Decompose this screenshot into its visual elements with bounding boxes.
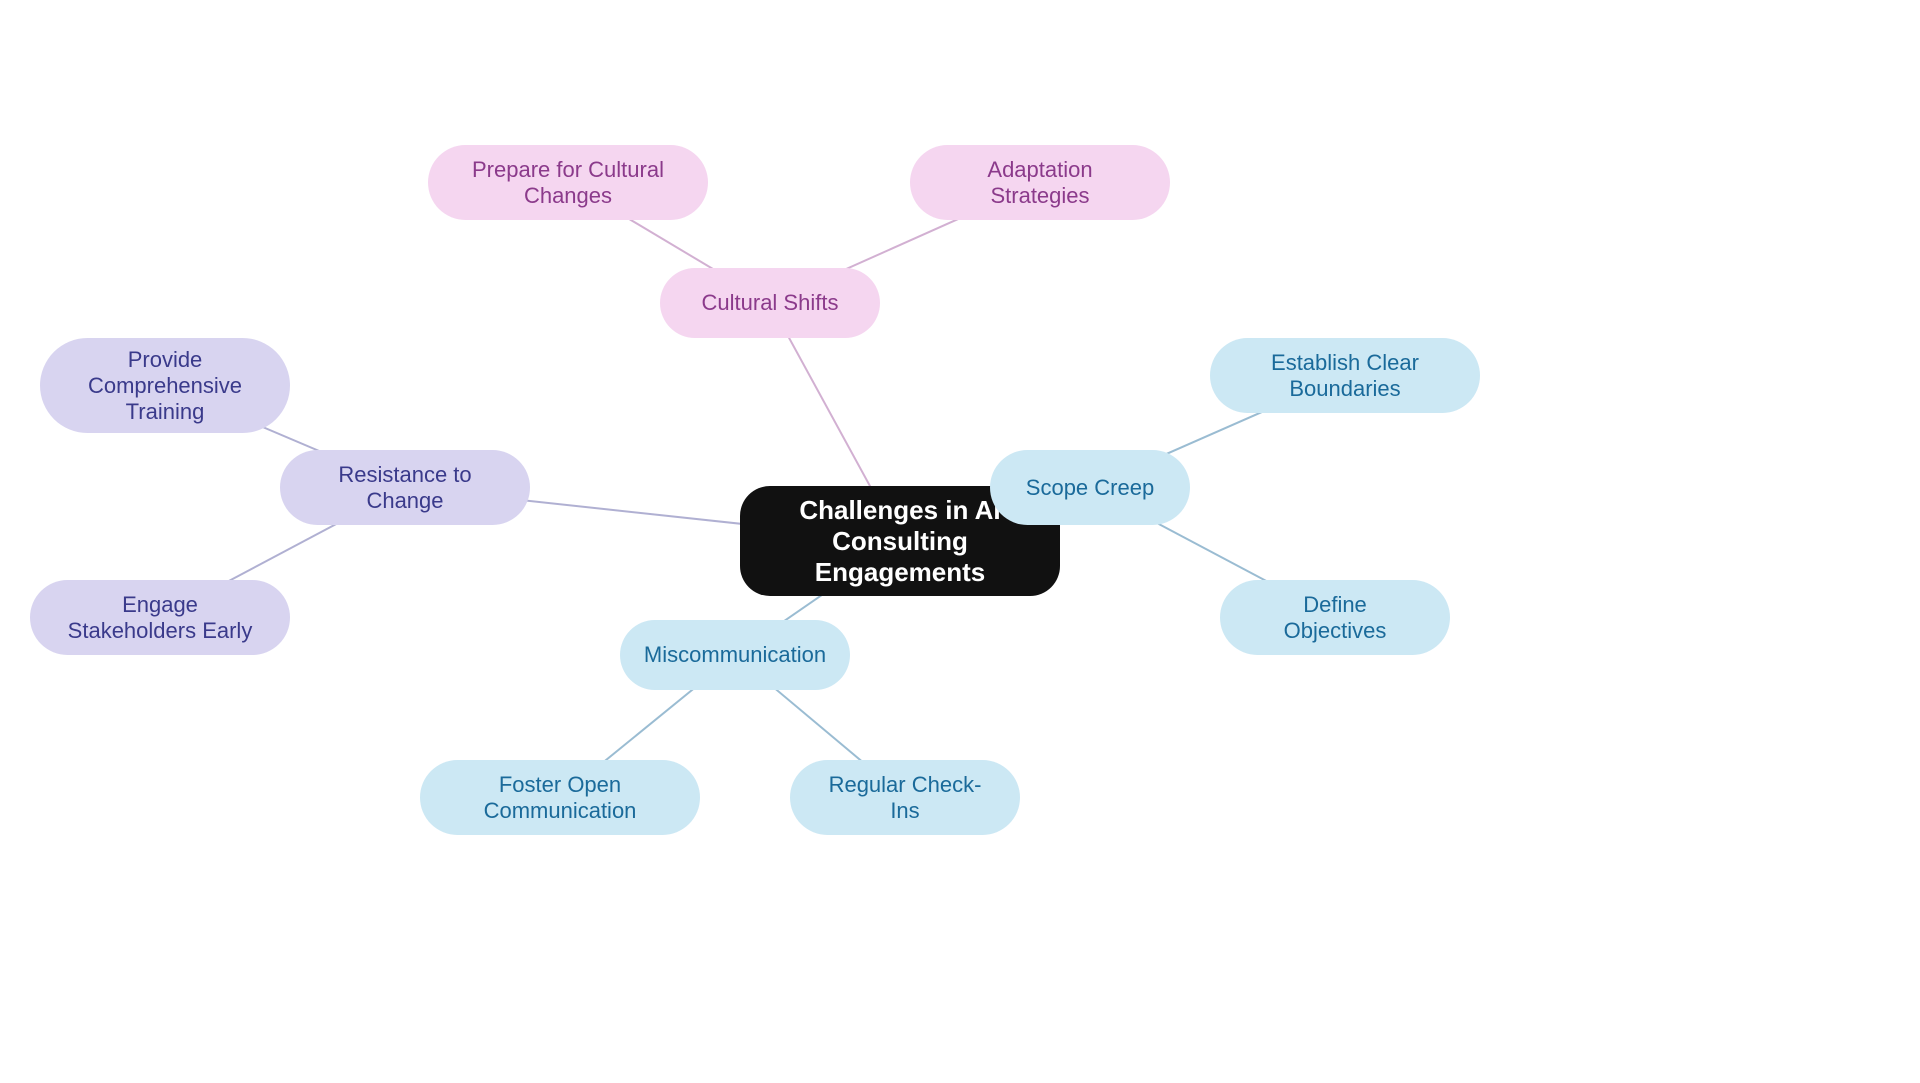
cultural-shifts-label: Cultural Shifts <box>702 290 839 316</box>
miscommunication-label: Miscommunication <box>644 642 826 668</box>
establish-boundaries-node[interactable]: Establish Clear Boundaries <box>1210 338 1480 413</box>
engage-stakeholders-node[interactable]: Engage Stakeholders Early <box>30 580 290 655</box>
prepare-cultural-label: Prepare for Cultural Changes <box>460 157 676 209</box>
define-objectives-node[interactable]: Define Objectives <box>1220 580 1450 655</box>
prepare-cultural-changes-node[interactable]: Prepare for Cultural Changes <box>428 145 708 220</box>
foster-label: Foster Open Communication <box>452 772 668 824</box>
scope-creep-node[interactable]: Scope Creep <box>990 450 1190 525</box>
checkins-label: Regular Check-Ins <box>822 772 988 824</box>
adaptation-label: Adaptation Strategies <box>942 157 1138 209</box>
objectives-label: Define Objectives <box>1252 592 1418 644</box>
comprehensive-training-node[interactable]: Provide Comprehensive Training <box>40 338 290 433</box>
foster-communication-node[interactable]: Foster Open Communication <box>420 760 700 835</box>
miscommunication-node[interactable]: Miscommunication <box>620 620 850 690</box>
stakeholders-label: Engage Stakeholders Early <box>62 592 258 644</box>
boundaries-label: Establish Clear Boundaries <box>1242 350 1448 402</box>
adaptation-strategies-node[interactable]: Adaptation Strategies <box>910 145 1170 220</box>
regular-checkins-node[interactable]: Regular Check-Ins <box>790 760 1020 835</box>
cultural-shifts-node[interactable]: Cultural Shifts <box>660 268 880 338</box>
resistance-label: Resistance to Change <box>312 462 498 514</box>
training-label: Provide Comprehensive Training <box>72 347 258 425</box>
resistance-to-change-node[interactable]: Resistance to Change <box>280 450 530 525</box>
scope-creep-label: Scope Creep <box>1026 475 1154 501</box>
center-label: Challenges in AI Consulting Engagements <box>772 495 1028 588</box>
